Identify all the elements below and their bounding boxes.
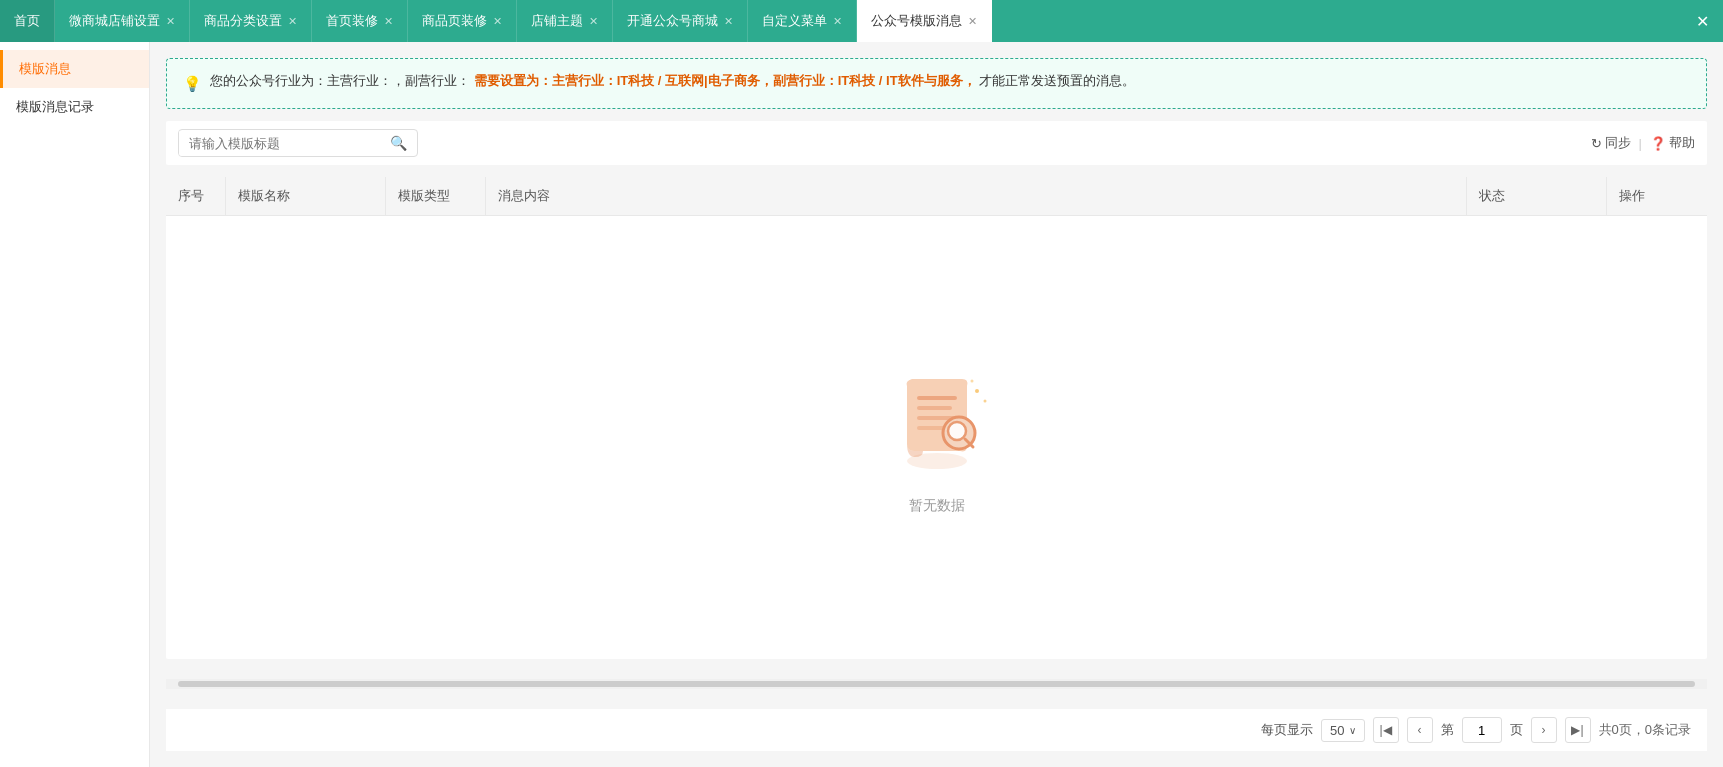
- close-tab-category[interactable]: ✕: [288, 15, 297, 28]
- industry-alert: 💡 您的公众号行业为：主营行业：，副营行业： 需要设置为：主营行业：IT科技 /…: [166, 58, 1707, 109]
- first-page-icon: |◀: [1379, 723, 1391, 737]
- toolbar-actions: ↻ 同步 | ❓ 帮助: [1591, 134, 1695, 152]
- th-type: 模版类型: [386, 177, 486, 215]
- alert-icon: 💡: [183, 72, 202, 96]
- toolbar-divider: |: [1639, 136, 1642, 151]
- tab-product-decor-label: 商品页装修: [422, 12, 487, 30]
- pagination-row: 每页显示 50 ∨ |◀ ‹ 第 页 › ▶| 共0页，0条记录: [166, 709, 1707, 751]
- alert-text: 您的公众号行业为：主营行业：，副营行业： 需要设置为：主营行业：IT科技 / 互…: [210, 71, 1135, 92]
- sidebar-item-template-msg[interactable]: 模版消息: [0, 50, 149, 88]
- close-all-button[interactable]: ✕: [1682, 12, 1723, 31]
- sidebar: 模版消息 模版消息记录: [0, 42, 150, 767]
- next-page-button[interactable]: ›: [1531, 717, 1557, 743]
- main-layout: 模版消息 模版消息记录 💡 您的公众号行业为：主营行业：，副营行业： 需要设置为…: [0, 42, 1723, 767]
- chevron-down-icon: ∨: [1349, 725, 1356, 736]
- empty-state: 暂无数据: [166, 216, 1707, 659]
- tab-open-mall[interactable]: 开通公众号商城 ✕: [613, 0, 748, 42]
- help-label: 帮助: [1669, 134, 1695, 152]
- tab-custom-menu[interactable]: 自定义菜单 ✕: [748, 0, 857, 42]
- empty-illustration: [877, 361, 997, 481]
- search-button[interactable]: 🔍: [380, 130, 417, 156]
- search-input[interactable]: [179, 131, 380, 156]
- next-page-icon: ›: [1542, 723, 1546, 737]
- tab-template-msg[interactable]: 公众号模版消息 ✕: [857, 0, 992, 42]
- tab-homepage-decor-label: 首页装修: [326, 12, 378, 30]
- tab-open-mall-label: 开通公众号商城: [627, 12, 718, 30]
- close-tab-custom-menu[interactable]: ✕: [833, 15, 842, 28]
- sidebar-item-template-msg-log[interactable]: 模版消息记录: [0, 88, 149, 126]
- tab-template-msg-label: 公众号模版消息: [871, 12, 962, 30]
- total-info: 共0页，0条记录: [1599, 721, 1691, 739]
- sync-button[interactable]: ↻ 同步: [1591, 134, 1631, 152]
- content-area: 💡 您的公众号行业为：主营行业：，副营行业： 需要设置为：主营行业：IT科技 /…: [150, 42, 1723, 767]
- sync-label: 同步: [1605, 134, 1631, 152]
- prev-page-button[interactable]: ‹: [1407, 717, 1433, 743]
- table-wrapper: 序号 模版名称 模版类型 消息内容 状态 操作: [166, 177, 1707, 659]
- tab-theme[interactable]: 店铺主题 ✕: [517, 0, 613, 42]
- tab-custom-menu-label: 自定义菜单: [762, 12, 827, 30]
- svg-point-10: [970, 379, 973, 382]
- close-tab-product-decor[interactable]: ✕: [493, 15, 502, 28]
- th-action: 操作: [1607, 177, 1707, 215]
- sync-icon: ↻: [1591, 136, 1602, 151]
- tab-weishop[interactable]: 微商城店铺设置 ✕: [55, 0, 190, 42]
- close-tab-template-msg[interactable]: ✕: [968, 15, 977, 28]
- horizontal-scrollbar[interactable]: [166, 679, 1707, 689]
- th-name: 模版名称: [226, 177, 386, 215]
- th-status: 状态: [1467, 177, 1607, 215]
- per-page-value: 50: [1330, 723, 1344, 738]
- tab-category-label: 商品分类设置: [204, 12, 282, 30]
- svg-point-8: [975, 389, 979, 393]
- alert-highlight: 需要设置为：主营行业：IT科技 / 互联网|电子商务，副营行业：IT科技 / I…: [474, 73, 976, 88]
- sidebar-item-template-msg-log-label: 模版消息记录: [16, 99, 94, 114]
- first-page-button[interactable]: |◀: [1373, 717, 1399, 743]
- close-tab-open-mall[interactable]: ✕: [724, 15, 733, 28]
- help-icon: ❓: [1650, 136, 1666, 151]
- last-page-button[interactable]: ▶|: [1565, 717, 1591, 743]
- svg-point-6: [948, 422, 966, 440]
- tab-homepage-decor[interactable]: 首页装修 ✕: [312, 0, 408, 42]
- th-index: 序号: [166, 177, 226, 215]
- help-button[interactable]: ❓ 帮助: [1650, 134, 1695, 152]
- table-header: 序号 模版名称 模版类型 消息内容 状态 操作: [166, 177, 1707, 216]
- last-page-icon: ▶|: [1571, 723, 1583, 737]
- alert-suffix: 才能正常发送预置的消息。: [979, 73, 1135, 88]
- close-tab-homepage-decor[interactable]: ✕: [384, 15, 393, 28]
- scrollbar-thumb[interactable]: [178, 681, 1695, 687]
- tab-theme-label: 店铺主题: [531, 12, 583, 30]
- tab-category[interactable]: 商品分类设置 ✕: [190, 0, 312, 42]
- page-label: 第: [1441, 721, 1454, 739]
- svg-rect-2: [917, 406, 952, 410]
- empty-text: 暂无数据: [909, 497, 965, 515]
- top-nav: 首页 微商城店铺设置 ✕ 商品分类设置 ✕ 首页装修 ✕ 商品页装修 ✕ 店铺主…: [0, 0, 1723, 42]
- tab-home-label: 首页: [14, 12, 40, 30]
- tab-weishop-label: 微商城店铺设置: [69, 12, 160, 30]
- toolbar-row: 🔍 ↻ 同步 | ❓ 帮助: [166, 121, 1707, 165]
- tab-home[interactable]: 首页: [0, 0, 55, 42]
- th-content: 消息内容: [486, 177, 1467, 215]
- tab-product-decor[interactable]: 商品页装修 ✕: [408, 0, 517, 42]
- svg-point-9: [983, 399, 986, 402]
- per-page-select[interactable]: 50 ∨: [1321, 719, 1364, 742]
- alert-prefix: 您的公众号行业为：主营行业：，副营行业：: [210, 73, 470, 88]
- per-page-label: 每页显示: [1261, 721, 1313, 739]
- page-unit: 页: [1510, 721, 1523, 739]
- page-input[interactable]: [1462, 717, 1502, 743]
- close-tab-weishop[interactable]: ✕: [166, 15, 175, 28]
- close-tab-theme[interactable]: ✕: [589, 15, 598, 28]
- prev-page-icon: ‹: [1418, 723, 1422, 737]
- search-area: 🔍: [178, 129, 418, 157]
- svg-rect-1: [917, 396, 957, 400]
- search-icon: 🔍: [390, 135, 407, 151]
- sidebar-item-template-msg-label: 模版消息: [19, 61, 71, 76]
